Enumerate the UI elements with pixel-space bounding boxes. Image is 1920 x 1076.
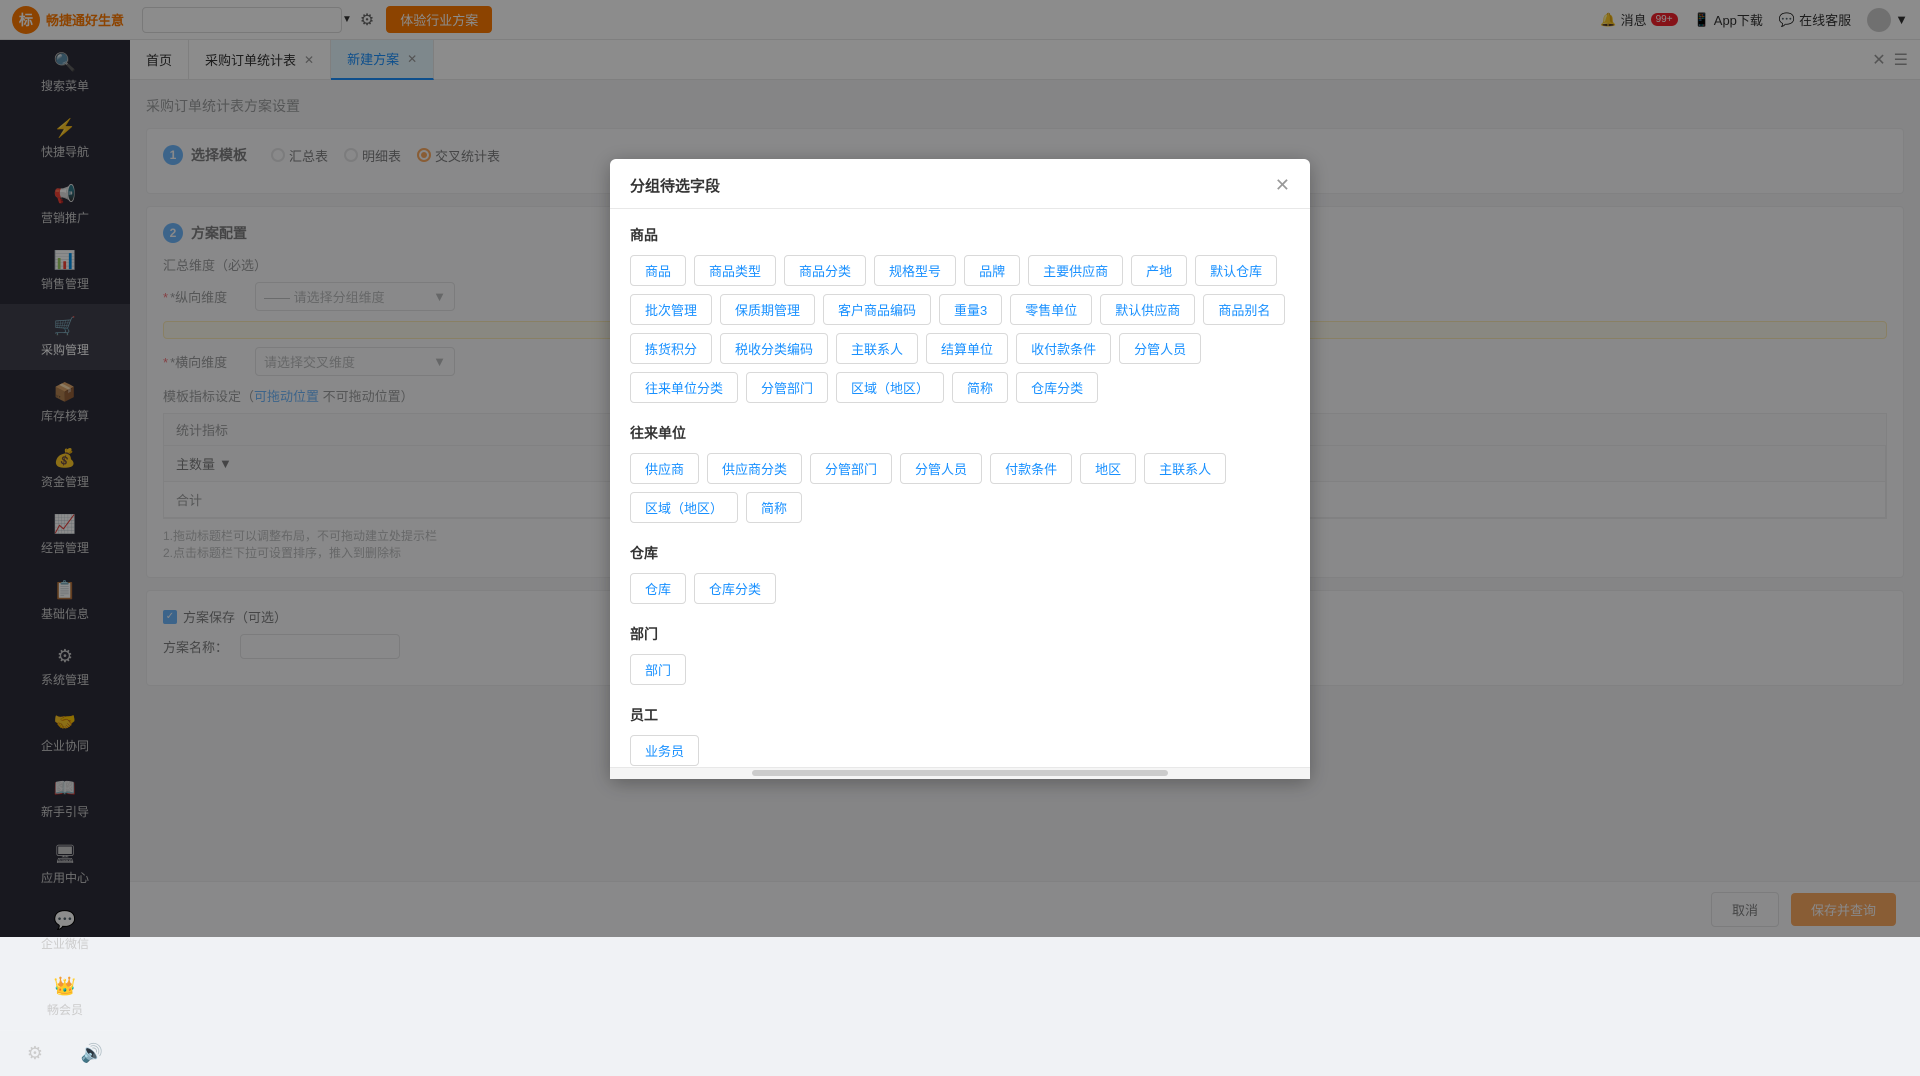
modal-body: 商品 商品 商品类型 商品分类 规格型号 品牌 主要供应商 产地 默认仓库 批次… [610,209,1310,768]
field-chip-settlement-unit[interactable]: 结算单位 [926,333,1008,364]
field-chip-pick-points[interactable]: 拣货积分 [630,333,712,364]
field-group-dept: 部门 部门 [630,624,1290,685]
field-chip-region-cp[interactable]: 地区 [1080,453,1136,484]
product-group-title: 商品 [630,225,1290,245]
field-chip-dept[interactable]: 部门 [630,654,686,685]
field-chip-retail-unit[interactable]: 零售单位 [1010,294,1092,325]
counterparty-group-title: 往来单位 [630,423,1290,443]
field-group-product: 商品 商品 商品类型 商品分类 规格型号 品牌 主要供应商 产地 默认仓库 批次… [630,225,1290,403]
dept-chips: 部门 [630,654,1290,685]
sidebar-item-label: 畅会员 [47,1001,83,1018]
modal-title: 分组待选字段 [630,175,720,196]
field-chip-product-type[interactable]: 商品类型 [694,255,776,286]
field-chip-short-name-cp[interactable]: 简称 [746,492,802,523]
sidebar-settings-icon[interactable]: ⚙ [27,1043,43,1064]
field-chip-product[interactable]: 商品 [630,255,686,286]
field-chip-region-product[interactable]: 区域（地区） [836,372,944,403]
field-chip-contact-cp[interactable]: 主联系人 [1144,453,1226,484]
warehouse-group-title: 仓库 [630,543,1290,563]
employee-chips: 业务员 [630,735,1290,766]
modal-close-button[interactable]: ✕ [1275,175,1290,196]
field-chip-short-name-product[interactable]: 简称 [952,372,1008,403]
member-icon: 👑 [54,976,76,997]
field-chip-payment-cp[interactable]: 付款条件 [990,453,1072,484]
field-chip-default-warehouse[interactable]: 默认仓库 [1195,255,1277,286]
modal-hscrollbar[interactable] [610,767,1310,778]
modal-overlay: 分组待选字段 ✕ 商品 商品 商品类型 商品分类 规格型号 品牌 主要供应商 产… [0,0,1920,937]
field-chip-product-alias[interactable]: 商品别名 [1203,294,1285,325]
field-chip-customer-code[interactable]: 客户商品编码 [823,294,931,325]
counterparty-chips: 供应商 供应商分类 分管部门 分管人员 付款条件 地区 主联系人 区域（地区） … [630,453,1290,523]
field-chip-default-supplier[interactable]: 默认供应商 [1100,294,1195,325]
field-group-employee: 员工 业务员 [630,705,1290,766]
field-select-modal: 分组待选字段 ✕ 商品 商品 商品类型 商品分类 规格型号 品牌 主要供应商 产… [610,159,1310,779]
field-chip-payment-terms[interactable]: 收付款条件 [1016,333,1111,364]
field-chip-expiry-mgmt[interactable]: 保质期管理 [720,294,815,325]
warehouse-chips: 仓库 仓库分类 [630,573,1290,604]
field-chip-supplier-category[interactable]: 供应商分类 [707,453,802,484]
field-chip-dept-managed[interactable]: 分管部门 [746,372,828,403]
field-chip-batch-mgmt[interactable]: 批次管理 [630,294,712,325]
field-chip-dept-cp[interactable]: 分管部门 [810,453,892,484]
field-chip-tax-code[interactable]: 税收分类编码 [720,333,828,364]
field-chip-warehouse-cat[interactable]: 仓库分类 [694,573,776,604]
employee-group-title: 员工 [630,705,1290,725]
field-chip-area-cp[interactable]: 区域（地区） [630,492,738,523]
field-chip-spec-model[interactable]: 规格型号 [874,255,956,286]
field-group-counterparty: 往来单位 供应商 供应商分类 分管部门 分管人员 付款条件 地区 主联系人 区域… [630,423,1290,523]
field-chip-salesperson[interactable]: 业务员 [630,735,699,766]
field-chip-weight[interactable]: 重量3 [939,294,1002,325]
sidebar-item-member[interactable]: 👑 畅会员 [0,964,130,1030]
sidebar-volume-icon[interactable]: 🔊 [81,1043,103,1064]
field-chip-warehouse-category-product[interactable]: 仓库分类 [1016,372,1098,403]
modal-hscrollbar-thumb[interactable] [752,770,1167,776]
field-chip-manager-cp[interactable]: 分管人员 [900,453,982,484]
field-chip-brand[interactable]: 品牌 [964,255,1020,286]
field-chip-origin[interactable]: 产地 [1131,255,1187,286]
field-chip-biz-unit-category[interactable]: 往来单位分类 [630,372,738,403]
field-chip-manager[interactable]: 分管人员 [1119,333,1201,364]
field-chip-main-contact[interactable]: 主联系人 [836,333,918,364]
dept-group-title: 部门 [630,624,1290,644]
field-chip-warehouse[interactable]: 仓库 [630,573,686,604]
sidebar-item-label: 企业微信 [41,935,89,952]
field-chip-product-category[interactable]: 商品分类 [784,255,866,286]
modal-header: 分组待选字段 ✕ [610,159,1310,209]
field-group-warehouse: 仓库 仓库 仓库分类 [630,543,1290,604]
product-chips: 商品 商品类型 商品分类 规格型号 品牌 主要供应商 产地 默认仓库 批次管理 … [630,255,1290,403]
field-chip-supplier[interactable]: 供应商 [630,453,699,484]
field-chip-main-supplier[interactable]: 主要供应商 [1028,255,1123,286]
